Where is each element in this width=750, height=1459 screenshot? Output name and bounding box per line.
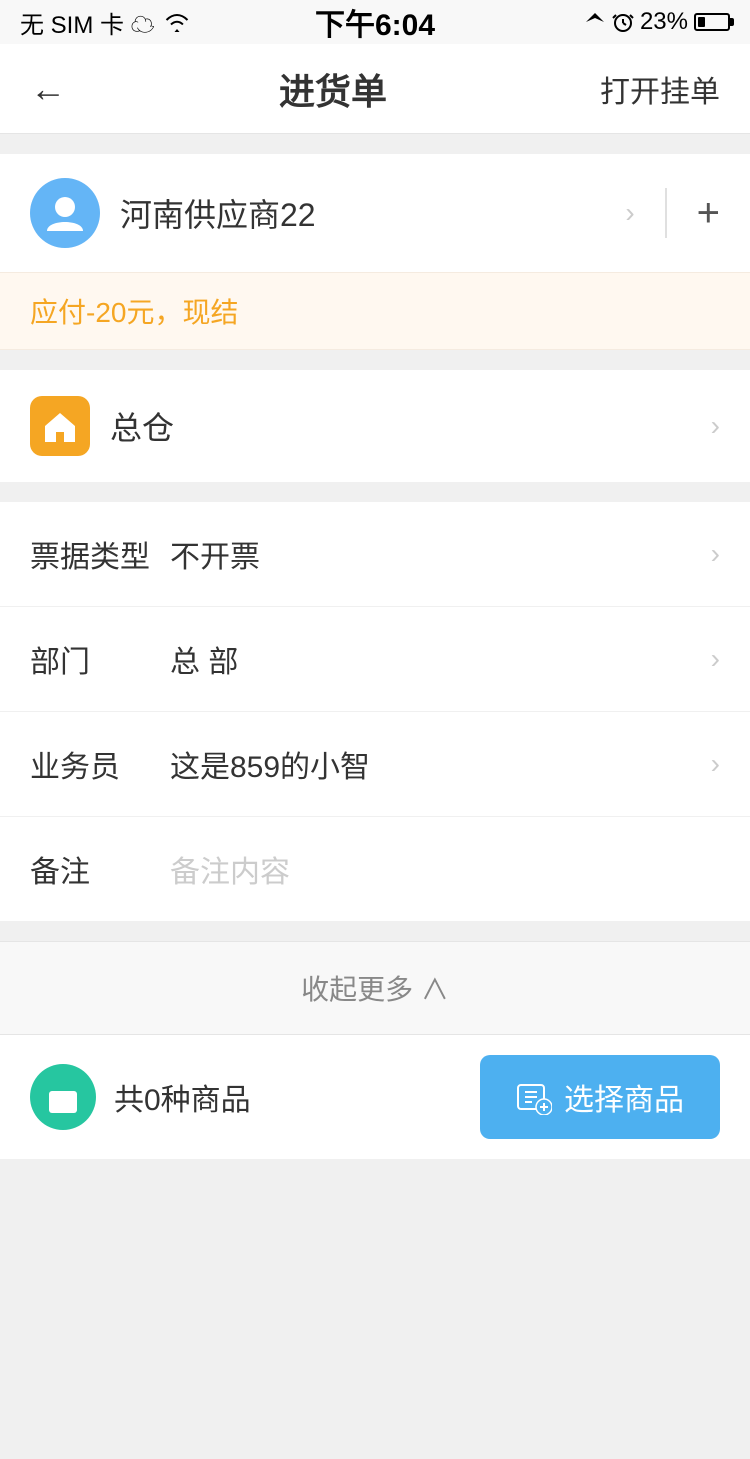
notice-banner: 应付-20元，现结 xyxy=(0,272,750,350)
person-icon xyxy=(43,191,87,235)
invoice-row[interactable]: 票据类型 不开票 › xyxy=(0,502,750,607)
notice-text: 应付-20元，现结 xyxy=(30,297,238,328)
collapse-row[interactable]: 收起更多 ∧ xyxy=(0,941,750,1034)
supplier-right: › + xyxy=(625,188,720,238)
back-button[interactable]: ← xyxy=(30,68,66,110)
signal-text: 无 SIM 卡 ☁ xyxy=(20,5,155,40)
alarm-icon xyxy=(612,11,634,33)
supplier-avatar xyxy=(30,178,100,248)
open-pending-button[interactable]: 打开挂单 xyxy=(600,67,720,111)
supplier-row[interactable]: 河南供应商22 › + xyxy=(0,154,750,272)
wifi-icon xyxy=(163,11,191,33)
product-count-text: 共0种商品 xyxy=(114,1075,251,1119)
invoice-value: 不开票 xyxy=(170,532,711,576)
salesperson-row[interactable]: 业务员 这是859的小智 › xyxy=(0,712,750,817)
salesperson-label: 业务员 xyxy=(30,742,170,786)
nav-bar: ← 进货单 打开挂单 xyxy=(0,44,750,134)
dept-value: 总 部 xyxy=(170,637,711,681)
info-section: 票据类型 不开票 › 部门 总 部 › 业务员 这是859的小智 › 备注 备注… xyxy=(0,502,750,921)
dept-chevron-icon: › xyxy=(711,643,720,675)
remark-placeholder[interactable]: 备注内容 xyxy=(170,847,720,891)
bottom-bar: 共0种商品 选择商品 xyxy=(0,1034,750,1159)
warehouse-name: 总仓 xyxy=(110,403,711,449)
house-icon xyxy=(42,408,78,444)
supplier-divider xyxy=(665,188,667,238)
separator-warehouse xyxy=(0,350,750,370)
status-bar: 无 SIM 卡 ☁ 下午6:04 23% xyxy=(0,0,750,44)
supplier-name: 河南供应商22 xyxy=(120,190,625,236)
separator-top xyxy=(0,134,750,154)
battery-percentage: 23% xyxy=(640,8,688,36)
dept-label: 部门 xyxy=(30,637,170,681)
warehouse-section: 总仓 › xyxy=(0,370,750,482)
warehouse-icon xyxy=(30,396,90,456)
status-time: 下午6:04 xyxy=(315,0,435,44)
page-title: 进货单 xyxy=(279,63,387,115)
warehouse-row[interactable]: 总仓 › xyxy=(0,370,750,482)
remark-row[interactable]: 备注 备注内容 xyxy=(0,817,750,921)
add-supplier-button[interactable]: + xyxy=(697,191,720,236)
collapse-label: 收起更多 ∧ xyxy=(301,968,449,1008)
remark-label: 备注 xyxy=(30,847,170,891)
product-icon xyxy=(30,1064,96,1130)
status-right: 23% xyxy=(584,8,730,36)
shopping-bag-icon xyxy=(43,1077,83,1117)
supplier-section: 河南供应商22 › + 应付-20元，现结 xyxy=(0,154,750,350)
salesperson-value: 这是859的小智 xyxy=(170,742,711,786)
remaining-area xyxy=(0,1159,750,1459)
select-product-button[interactable]: 选择商品 xyxy=(480,1055,720,1139)
select-product-label: 选择商品 xyxy=(564,1075,684,1119)
location-icon xyxy=(584,11,606,33)
add-product-icon xyxy=(516,1079,552,1115)
product-count-area: 共0种商品 xyxy=(30,1064,251,1130)
status-left: 无 SIM 卡 ☁ xyxy=(20,5,191,40)
invoice-label: 票据类型 xyxy=(30,532,170,576)
warehouse-chevron-icon: › xyxy=(711,410,720,442)
supplier-chevron-icon: › xyxy=(625,197,634,229)
battery-icon xyxy=(694,13,730,31)
dept-row[interactable]: 部门 总 部 › xyxy=(0,607,750,712)
salesperson-chevron-icon: › xyxy=(711,748,720,780)
invoice-chevron-icon: › xyxy=(711,538,720,570)
